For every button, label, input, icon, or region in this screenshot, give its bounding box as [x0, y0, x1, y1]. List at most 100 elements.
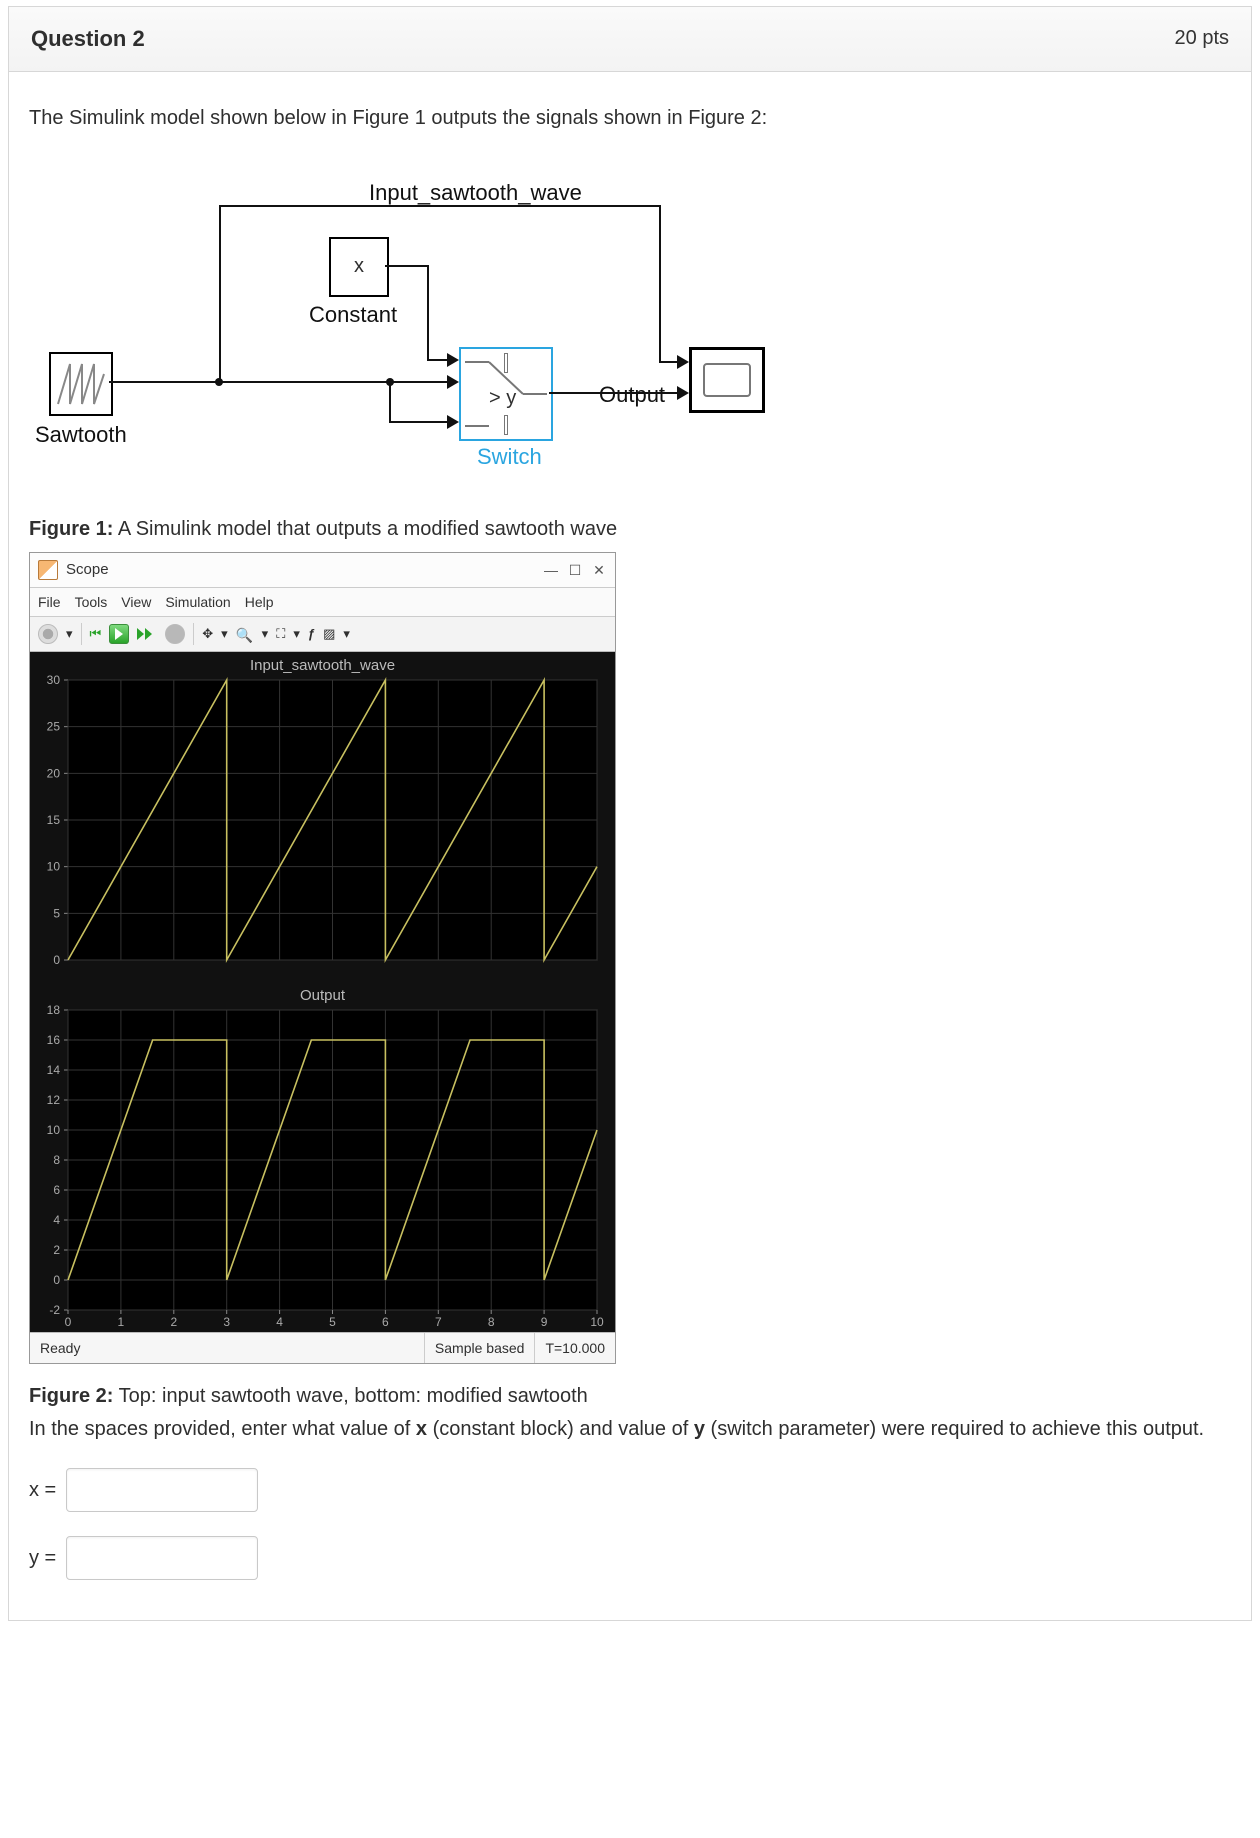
output-label: Output [599, 379, 665, 411]
wire [659, 361, 677, 363]
svg-text:4: 4 [276, 1315, 283, 1329]
svg-text:Output: Output [300, 987, 346, 1004]
svg-text:10: 10 [47, 1123, 61, 1137]
sawtooth-block [49, 352, 113, 416]
svg-text:10: 10 [590, 1315, 604, 1329]
step-back-icon[interactable]: ⏮ [90, 625, 102, 644]
status-mode: Sample based [424, 1333, 535, 1363]
scope-toolbar: ▾ ⏮ ✥▾ 🔍▾ ⛶▾ ƒ ▨▾ [30, 617, 615, 652]
svg-text:0: 0 [53, 1273, 60, 1287]
menu-tools[interactable]: Tools [75, 592, 108, 612]
menu-simulation[interactable]: Simulation [165, 592, 230, 612]
answer-x-input[interactable] [66, 1468, 258, 1512]
svg-text:15: 15 [47, 813, 61, 827]
figure1-caption: Figure 1: A Simulink model that outputs … [29, 515, 1231, 544]
wire [385, 265, 429, 267]
scope-plots: Input_sawtooth_wave051015202530Output-20… [30, 652, 615, 1332]
highlight-icon[interactable]: ▨ [323, 625, 335, 644]
wire [389, 381, 391, 421]
plots-svg: Input_sawtooth_wave051015202530Output-20… [30, 652, 615, 1332]
scope-menubar: File Tools View Simulation Help [30, 588, 615, 617]
menu-help[interactable]: Help [245, 592, 274, 612]
svg-text:12: 12 [47, 1093, 61, 1107]
menu-file[interactable]: File [38, 592, 61, 612]
scope-screen-icon [703, 363, 751, 397]
answer-y-label: y = [29, 1544, 56, 1573]
wire [659, 205, 661, 361]
settings-icon[interactable] [38, 624, 58, 644]
svg-text:6: 6 [53, 1183, 60, 1197]
stop-icon[interactable] [165, 624, 185, 644]
svg-text:7: 7 [435, 1315, 442, 1329]
instructions: In the spaces provided, enter what value… [29, 1415, 1231, 1444]
menu-view[interactable]: View [121, 592, 151, 612]
answer-y-row: y = [29, 1536, 1231, 1580]
constant-symbol: x [354, 252, 364, 281]
wire [389, 421, 449, 423]
svg-text:0: 0 [53, 953, 60, 967]
wire [219, 205, 659, 207]
autoscale-icon[interactable]: ⛶ [276, 625, 285, 644]
arrow-icon [447, 375, 459, 389]
sawtooth-label: Sawtooth [35, 419, 127, 451]
question-body: The Simulink model shown below in Figure… [9, 72, 1251, 1620]
svg-text:18: 18 [47, 1003, 61, 1017]
zoom-icon[interactable]: 🔍 [236, 625, 254, 643]
run-icon[interactable] [109, 624, 129, 644]
svg-text:2: 2 [53, 1243, 60, 1257]
wire [219, 205, 221, 382]
step-forward-icon[interactable] [137, 625, 157, 643]
svg-text:Input_sawtooth_wave: Input_sawtooth_wave [250, 657, 395, 674]
constant-block: x [329, 237, 389, 297]
question-title: Question 2 [31, 23, 145, 55]
scope-title: Scope [66, 559, 109, 581]
svg-text:1: 1 [118, 1315, 125, 1329]
intro-text: The Simulink model shown below in Figure… [29, 104, 1231, 133]
figure2-caption: Figure 2: Top: input sawtooth wave, bott… [29, 1382, 1231, 1411]
wire [427, 265, 429, 361]
sawtooth-icon [56, 359, 106, 409]
switch-label: Switch [477, 441, 542, 473]
question-card: Question 2 20 pts The Simulink model sho… [8, 6, 1252, 1621]
matlab-icon [38, 560, 58, 580]
wire [549, 392, 677, 394]
answer-x-row: x = [29, 1468, 1231, 1512]
scope-statusbar: Ready Sample based T=10.000 [30, 1332, 615, 1363]
svg-text:0: 0 [65, 1315, 72, 1329]
svg-text:6: 6 [382, 1315, 389, 1329]
question-points: 20 pts [1175, 24, 1229, 53]
wire [109, 381, 449, 383]
svg-text:9: 9 [541, 1315, 548, 1329]
svg-text:25: 25 [47, 720, 61, 734]
answer-x-label: x = [29, 1476, 56, 1505]
close-icon[interactable]: ✕ [591, 562, 607, 578]
minimize-icon[interactable]: — [543, 562, 559, 578]
node-icon [386, 378, 394, 386]
scope-block [689, 347, 765, 413]
cursor-icon[interactable]: ✥ [202, 625, 213, 644]
camera-icon[interactable]: ƒ [308, 625, 315, 644]
scope-window: Scope — ☐ ✕ File Tools View Simulation H… [29, 552, 616, 1364]
svg-text:-2: -2 [49, 1303, 60, 1317]
svg-text:20: 20 [47, 766, 61, 780]
svg-text:5: 5 [53, 906, 60, 920]
constant-label: Constant [309, 299, 397, 331]
simulink-diagram: Sawtooth x Constant > y [29, 157, 1231, 497]
status-ready: Ready [30, 1333, 424, 1363]
switch-icon [461, 349, 551, 439]
svg-text:8: 8 [53, 1153, 60, 1167]
svg-text:30: 30 [47, 673, 61, 687]
svg-text:2: 2 [170, 1315, 177, 1329]
arrow-icon [677, 355, 689, 369]
answer-y-input[interactable] [66, 1536, 258, 1580]
maximize-icon[interactable]: ☐ [567, 562, 583, 578]
svg-text:16: 16 [47, 1033, 61, 1047]
wire [427, 359, 449, 361]
svg-text:3: 3 [223, 1315, 230, 1329]
svg-text:5: 5 [329, 1315, 336, 1329]
scope-titlebar: Scope — ☐ ✕ [30, 553, 615, 588]
svg-text:4: 4 [53, 1213, 60, 1227]
arrow-icon [447, 415, 459, 429]
arrow-icon [447, 353, 459, 367]
switch-block: > y [459, 347, 553, 441]
